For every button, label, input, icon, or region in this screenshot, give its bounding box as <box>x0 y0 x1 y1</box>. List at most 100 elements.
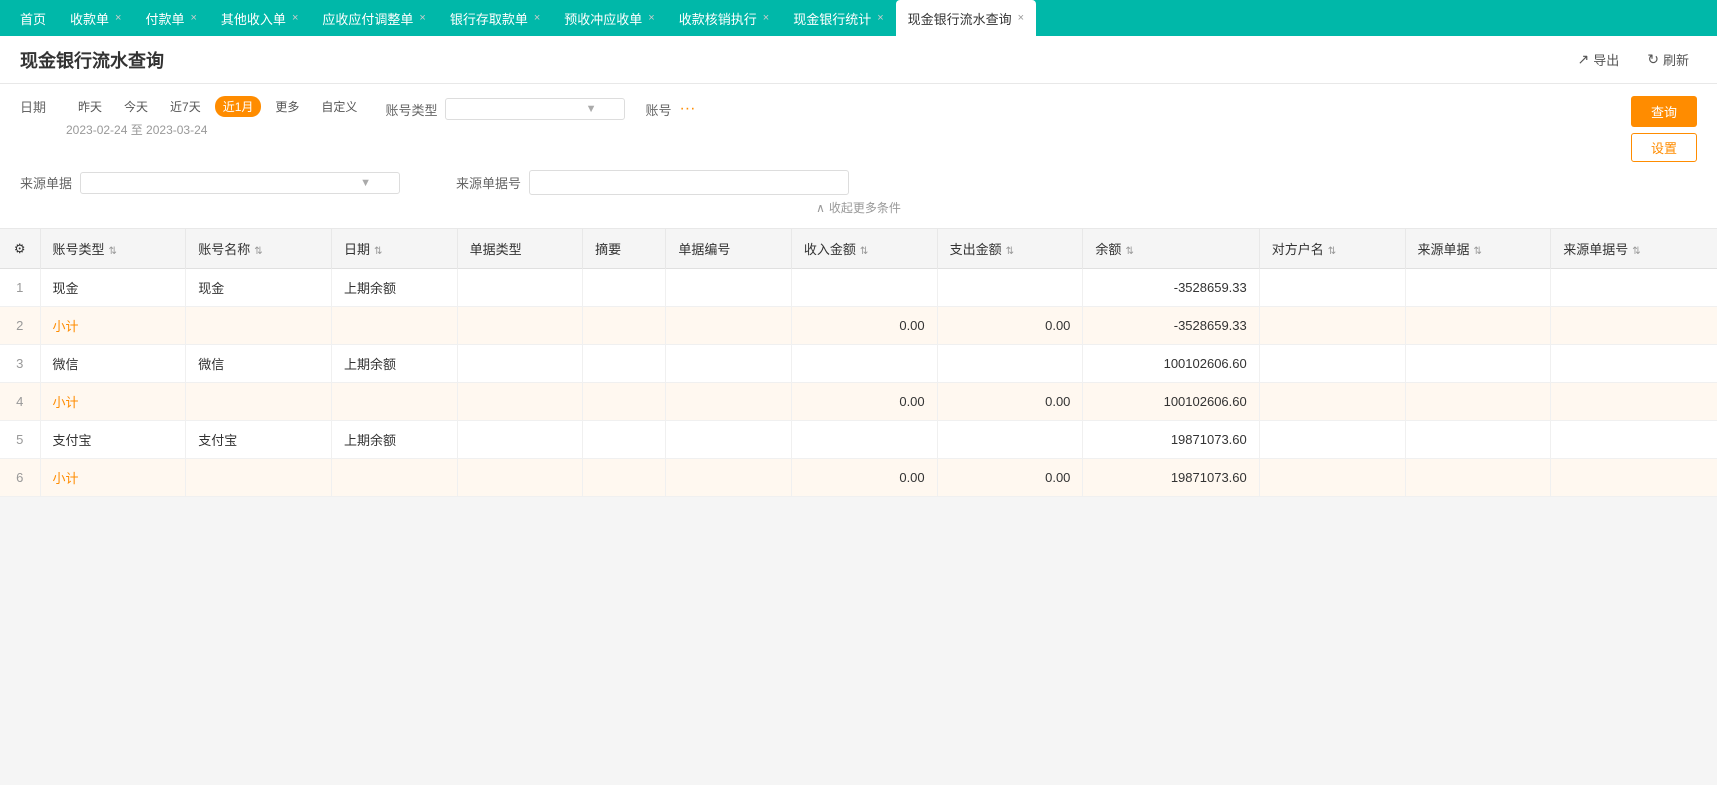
table-header-row: ⚙ 账号类型⇅ 账号名称⇅ 日期⇅ 单据类型 摘要 单据编号 <box>0 229 1717 269</box>
nav-adjustment[interactable]: 应收应付调整单 × <box>310 0 437 36</box>
income-cell: 0.00 <box>791 307 937 345</box>
counterpart-column-header[interactable]: 对方户名⇅ <box>1259 229 1405 269</box>
nav-prepay[interactable]: 预收冲应收单 × <box>552 0 666 36</box>
nav-payment[interactable]: 付款单 × <box>133 0 208 36</box>
source-doc-select[interactable]: ▼ <box>80 172 400 194</box>
close-icon[interactable]: × <box>292 12 298 24</box>
nav-receipt[interactable]: 收款单 × <box>58 0 133 36</box>
expense-cell: 0.00 <box>937 307 1083 345</box>
summary-cell <box>583 421 666 459</box>
collapse-icon: ∧ <box>816 201 825 215</box>
nav-cashflow[interactable]: 现金银行流水查询 × <box>896 0 1036 36</box>
query-button[interactable]: 查询 <box>1631 96 1697 127</box>
doc-type-column-header[interactable]: 单据类型 <box>457 229 583 269</box>
date-btn-today[interactable]: 今天 <box>116 96 156 117</box>
source-doc-column-header[interactable]: 来源单据⇅ <box>1405 229 1551 269</box>
page-header: 现金银行流水查询 ↗ 导出 ↻ 刷新 <box>0 36 1717 84</box>
table-row: 5支付宝支付宝上期余额19871073.60 <box>0 421 1717 459</box>
sort-icon: ⇅ <box>860 246 868 257</box>
source-doc-num-cell <box>1551 421 1717 459</box>
nav-home[interactable]: 首页 <box>8 0 58 36</box>
doc-num-cell <box>666 307 792 345</box>
date-filter-section: 日期 昨天 今天 近7天 近1月 更多 自定义 2023-02-24 至 202… <box>20 96 365 138</box>
row-number: 2 <box>0 307 40 345</box>
doc-num-cell <box>666 269 792 307</box>
date-btn-yesterday[interactable]: 昨天 <box>70 96 110 117</box>
close-icon[interactable]: × <box>190 12 196 24</box>
counterpart-cell <box>1259 459 1405 497</box>
doc-num-cell <box>666 383 792 421</box>
account-type-cell: 微信 <box>40 345 186 383</box>
income-cell <box>791 421 937 459</box>
sort-icon: ⇅ <box>1006 246 1014 257</box>
source-doc-num-column-header[interactable]: 来源单据号⇅ <box>1551 229 1717 269</box>
export-button[interactable]: ↗ 导出 <box>1570 46 1628 73</box>
close-icon[interactable]: × <box>877 12 883 24</box>
nav-other-income[interactable]: 其他收入单 × <box>209 0 310 36</box>
row-number: 3 <box>0 345 40 383</box>
expense-cell: 0.00 <box>937 459 1083 497</box>
balance-column-header[interactable]: 余额⇅ <box>1083 229 1259 269</box>
account-type-cell: 小计 <box>40 459 186 497</box>
account-type-label: 账号类型 <box>385 100 437 119</box>
date-btn-7days[interactable]: 近7天 <box>162 96 209 117</box>
table-row: 1现金现金上期余额-3528659.33 <box>0 269 1717 307</box>
account-type-cell: 小计 <box>40 383 186 421</box>
account-type-column-header[interactable]: 账号类型⇅ <box>40 229 186 269</box>
source-doc-cell <box>1405 421 1551 459</box>
chevron-down-icon: ▼ <box>586 103 597 115</box>
counterpart-cell <box>1259 269 1405 307</box>
top-navigation: 首页 收款单 × 付款单 × 其他收入单 × 应收应付调整单 × 银行存取款单 … <box>0 0 1717 36</box>
account-name-cell: 现金 <box>186 269 332 307</box>
summary-column-header[interactable]: 摘要 <box>583 229 666 269</box>
balance-cell: 19871073.60 <box>1083 459 1259 497</box>
gear-column-header[interactable]: ⚙ <box>0 229 40 269</box>
setting-button[interactable]: 设置 <box>1631 133 1697 162</box>
refresh-button[interactable]: ↻ 刷新 <box>1639 46 1697 73</box>
income-cell <box>791 345 937 383</box>
expense-cell <box>937 269 1083 307</box>
account-name-cell <box>186 383 332 421</box>
source-doc-cell <box>1405 459 1551 497</box>
expense-column-header[interactable]: 支出金额⇅ <box>937 229 1083 269</box>
source-doc-cell <box>1405 269 1551 307</box>
account-name-cell <box>186 459 332 497</box>
close-icon[interactable]: × <box>1018 12 1024 24</box>
date-btn-1month[interactable]: 近1月 <box>215 96 262 117</box>
gear-icon: ⚙ <box>14 241 26 256</box>
doc-num-cell <box>666 421 792 459</box>
date-column-header[interactable]: 日期⇅ <box>332 229 458 269</box>
account-filter: 账号 ··· <box>645 100 703 119</box>
row-number: 4 <box>0 383 40 421</box>
refresh-icon: ↻ <box>1647 51 1659 68</box>
nav-verification[interactable]: 收款核销执行 × <box>667 0 781 36</box>
doc-num-cell <box>666 345 792 383</box>
date-cell <box>332 307 458 345</box>
date-btn-more[interactable]: 更多 <box>267 96 307 117</box>
date-btn-custom[interactable]: 自定义 <box>313 96 365 117</box>
close-icon[interactable]: × <box>115 12 121 24</box>
nav-bank-deposit[interactable]: 银行存取款单 × <box>438 0 552 36</box>
income-cell <box>791 269 937 307</box>
account-name-column-header[interactable]: 账号名称⇅ <box>186 229 332 269</box>
row-number: 6 <box>0 459 40 497</box>
account-type-select[interactable]: ▼ <box>445 98 625 120</box>
table-row: 2小计0.000.00-3528659.33 <box>0 307 1717 345</box>
collapse-button[interactable]: ∧ 收起更多条件 <box>816 199 901 216</box>
income-column-header[interactable]: 收入金额⇅ <box>791 229 937 269</box>
doc-num-cell <box>666 459 792 497</box>
nav-statistics[interactable]: 现金银行统计 × <box>781 0 895 36</box>
source-doc-cell <box>1405 307 1551 345</box>
source-doc-filter: 来源单据 ▼ <box>20 172 400 194</box>
close-icon[interactable]: × <box>534 12 540 24</box>
close-icon[interactable]: × <box>419 12 425 24</box>
source-doc-num-input[interactable] <box>529 170 849 195</box>
account-type-cell: 现金 <box>40 269 186 307</box>
source-doc-label: 来源单据 <box>20 173 72 192</box>
date-range-display: 2023-02-24 至 2023-03-24 <box>66 123 207 137</box>
close-icon[interactable]: × <box>648 12 654 24</box>
close-icon[interactable]: × <box>763 12 769 24</box>
doc-num-column-header[interactable]: 单据编号 <box>666 229 792 269</box>
date-label: 日期 <box>20 97 60 116</box>
more-options-icon[interactable]: ··· <box>679 100 695 118</box>
